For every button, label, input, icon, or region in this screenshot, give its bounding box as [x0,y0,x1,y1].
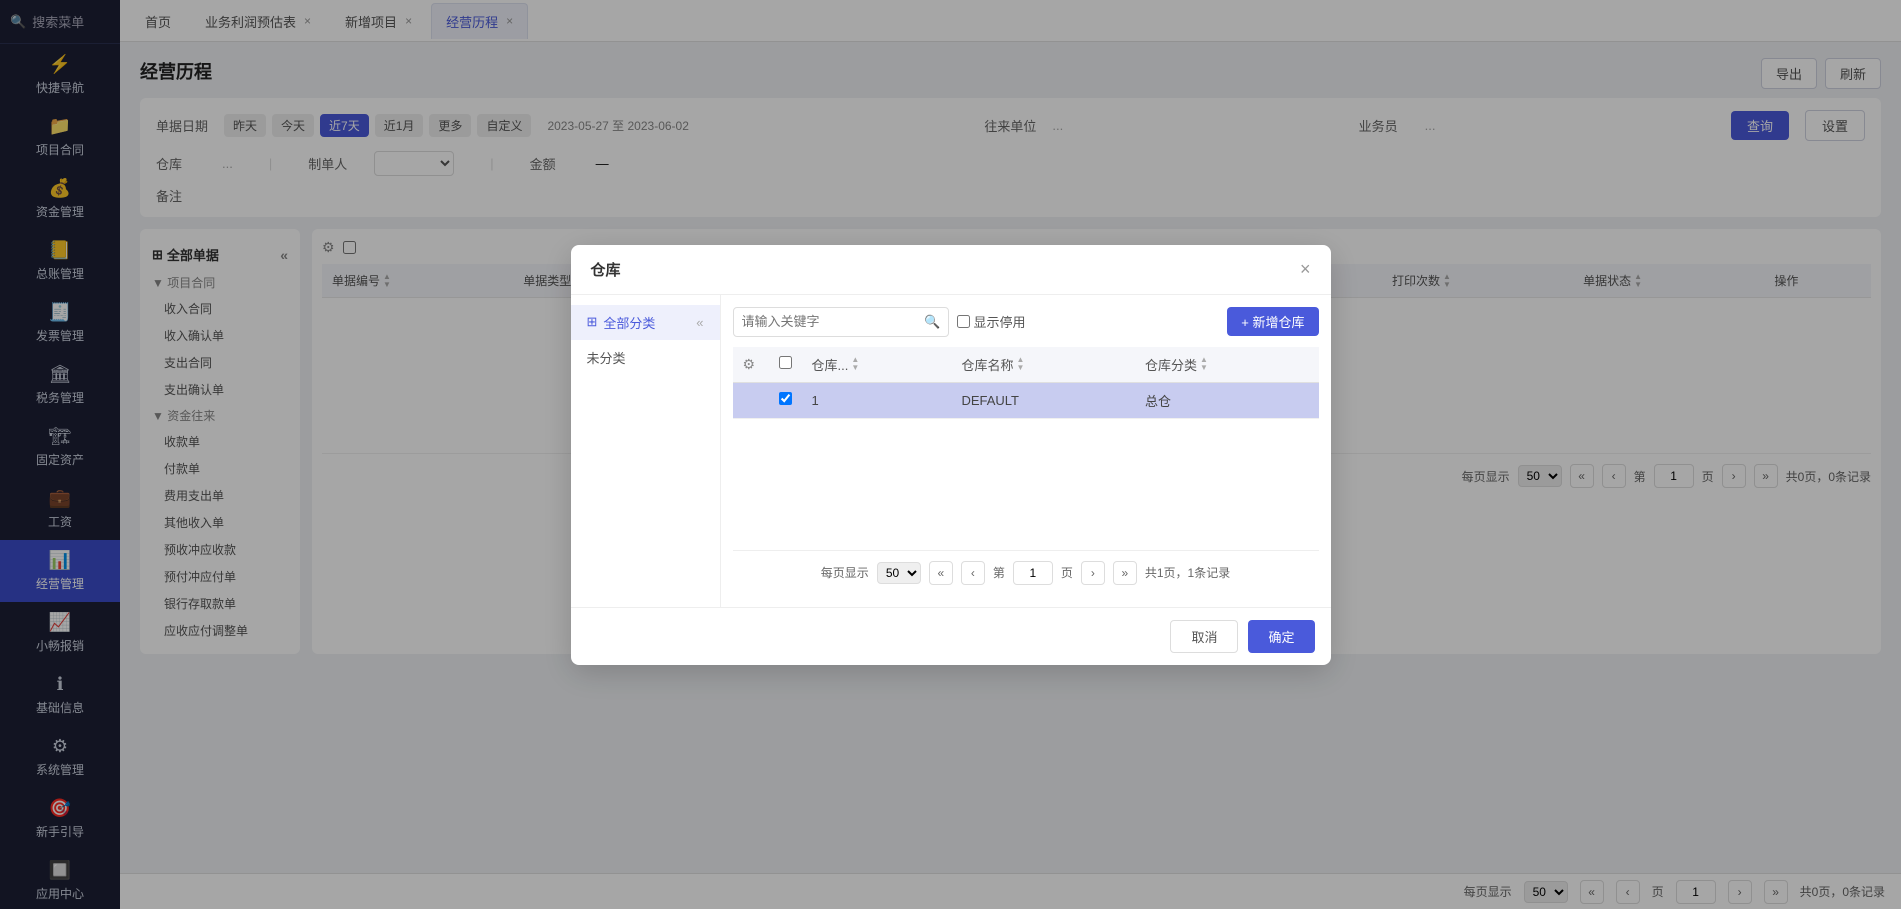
collapse-left-btn[interactable]: « [696,315,703,330]
modal-header: 仓库 × [571,245,1331,295]
row-code: DEFAULT [951,382,1135,418]
search-wrap: 🔍 [733,307,949,337]
warehouse-table: ⚙ 仓库... ▲▼ [733,347,1319,419]
all-categories-label: 全部分类 [603,313,655,332]
warehouse-modal: 仓库 × ⊞ 全部分类 « 未分类 [571,245,1331,665]
modal-actions: 取消 确定 [571,607,1331,665]
col-warehouse-code: 仓库... ▲▼ [802,347,952,383]
search-icon[interactable]: 🔍 [924,314,940,330]
grid-icon-modal: ⊞ [587,314,598,330]
col-settings: ⚙ [733,347,769,383]
modal-overlay: 仓库 × ⊞ 全部分类 « 未分类 [0,0,1901,909]
modal-page-unit: 页 [1061,564,1073,581]
modal-close-button[interactable]: × [1300,259,1311,280]
col-warehouse-category: 仓库分类 ▲▼ [1135,347,1319,383]
table-row[interactable]: 1 DEFAULT 总仓 [733,382,1319,418]
modal-table-wrap: ⚙ 仓库... ▲▼ [733,347,1319,544]
modal-last-btn[interactable]: » [1113,561,1137,585]
modal-left-panel: ⊞ 全部分类 « 未分类 [571,295,721,607]
modal-per-page-select[interactable]: 50 [877,562,921,584]
add-warehouse-button[interactable]: + 新增仓库 [1227,307,1318,336]
modal-left-uncategorized[interactable]: 未分类 [571,340,720,375]
uncategorized-label: 未分类 [587,348,626,367]
modal-page-label: 第 [993,564,1005,581]
cancel-button[interactable]: 取消 [1170,620,1238,653]
show-disabled-checkbox[interactable] [957,315,970,328]
modal-prev-btn[interactable]: ‹ [961,561,985,585]
modal-title: 仓库 [591,259,621,280]
modal-next-btn[interactable]: › [1081,561,1105,585]
modal-toolbar: 🔍 显示停用 + 新增仓库 [733,307,1319,337]
select-all-modal-checkbox[interactable] [779,356,792,369]
row-number: 1 [802,382,952,418]
modal-total-label: 共1页，1条记录 [1145,564,1230,581]
row-checkbox [769,382,802,418]
row-select-checkbox[interactable] [779,392,792,405]
row-settings [733,382,769,418]
modal-first-btn[interactable]: « [929,561,953,585]
modal-per-page-label: 每页显示 [821,564,869,581]
table-gear-icon[interactable]: ⚙ [743,356,756,372]
modal-page-input[interactable] [1013,561,1053,585]
modal-left-all-categories[interactable]: ⊞ 全部分类 « [571,305,720,340]
row-name: 总仓 [1135,382,1319,418]
show-disabled-text: 显示停用 [974,312,1026,331]
show-disabled-label[interactable]: 显示停用 [957,312,1026,331]
modal-right-panel: 🔍 显示停用 + 新增仓库 ⚙ [721,295,1331,607]
modal-body: ⊞ 全部分类 « 未分类 🔍 显示停用 [571,295,1331,607]
warehouse-search-input[interactable] [733,307,949,337]
modal-pagination: 每页显示 50 « ‹ 第 页 › » 共1页，1条记录 [733,550,1319,595]
col-checkbox [769,347,802,383]
confirm-button[interactable]: 确定 [1248,620,1314,653]
col-warehouse-name: 仓库名称 ▲▼ [951,347,1135,383]
